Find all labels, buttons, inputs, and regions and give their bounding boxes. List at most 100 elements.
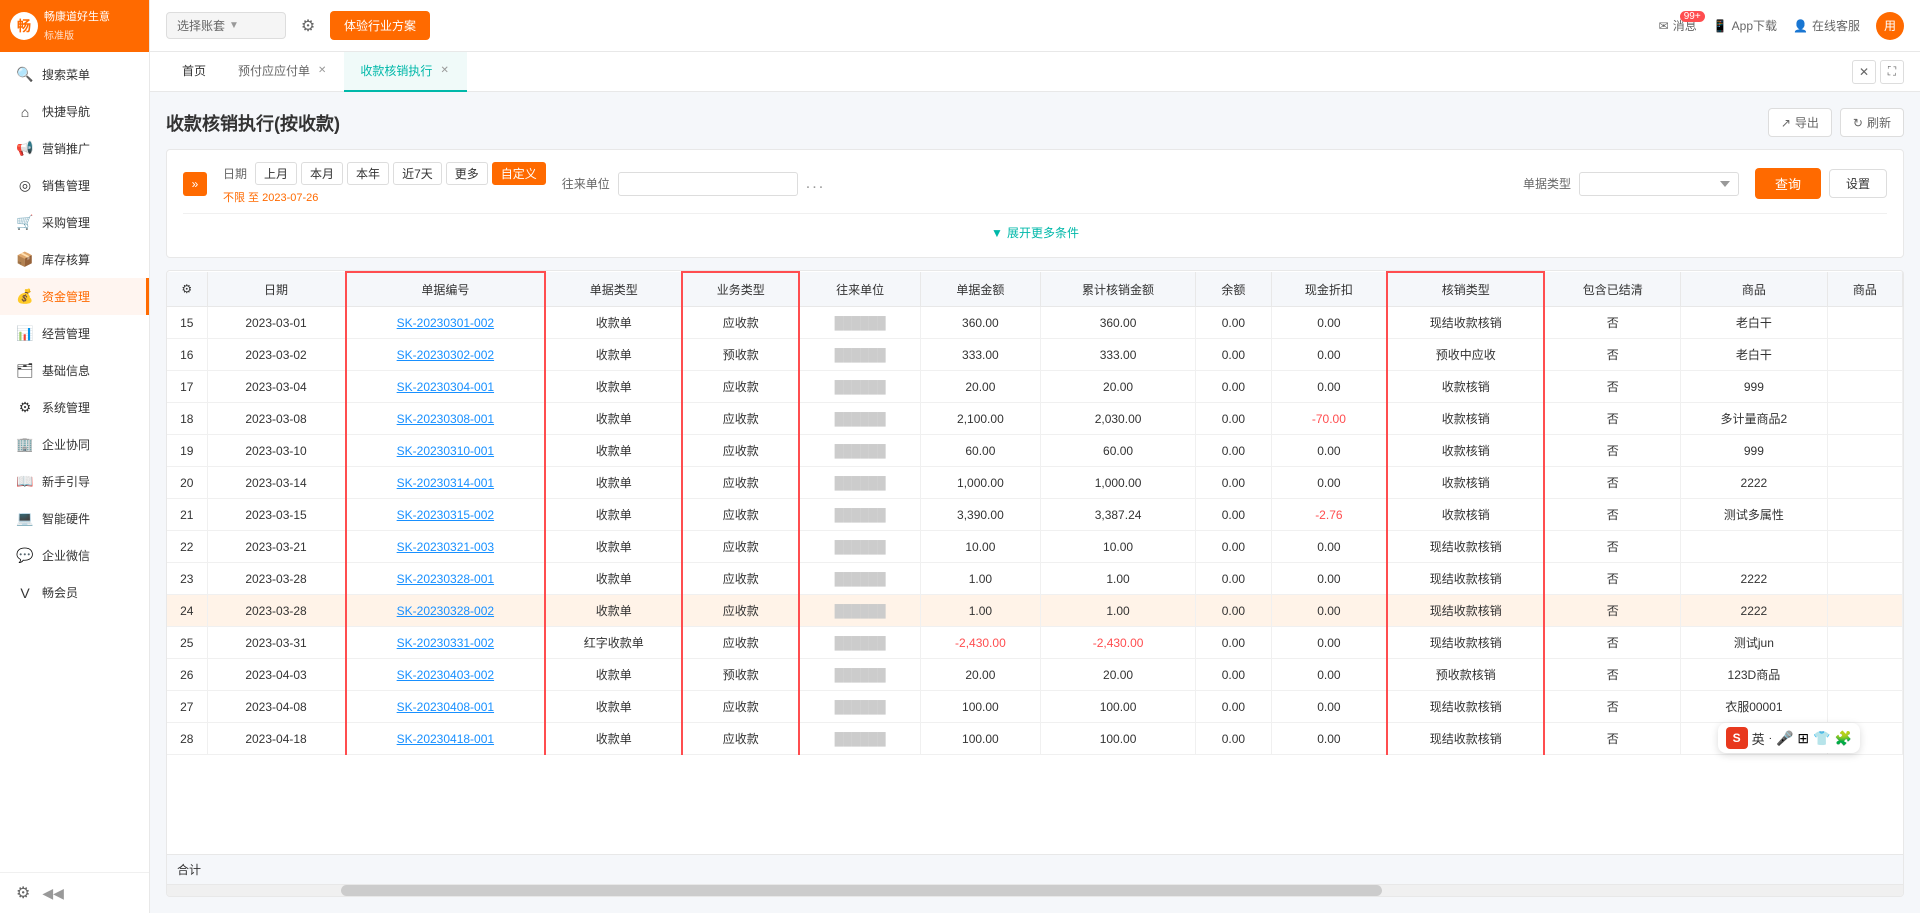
sidebar-item-operation[interactable]: 📊 经营管理 <box>0 315 149 352</box>
td-bill-no[interactable]: SK-20230308-001 <box>346 403 546 435</box>
sidebar-item-corp[interactable]: 🏢 企业协同 <box>0 426 149 463</box>
date-this-year[interactable]: 本年 <box>347 162 389 185</box>
home-tab-label: 首页 <box>182 62 206 79</box>
td-bill-no[interactable]: SK-20230314-001 <box>346 467 546 499</box>
td-bill-no[interactable]: SK-20230315-002 <box>346 499 546 531</box>
td-bill-no[interactable]: SK-20230328-001 <box>346 563 546 595</box>
td-balance: 0.00 <box>1196 435 1271 467</box>
td-goods: 999 <box>1681 435 1828 467</box>
tab-home[interactable]: 首页 <box>166 52 222 92</box>
td-biz-type: 预收款 <box>682 339 799 371</box>
puzzle-icon[interactable]: 🧩 <box>1835 730 1852 747</box>
date-more[interactable]: 更多 <box>446 162 488 185</box>
td-balance: 0.00 <box>1196 371 1271 403</box>
td-bill-no[interactable]: SK-20230403-002 <box>346 659 546 691</box>
page-title: 收款核销执行(按收款) <box>166 110 340 136</box>
sidebar-item-capital[interactable]: 💰 资金管理 <box>0 278 149 315</box>
close-tab-button[interactable]: ✕ <box>1852 60 1876 84</box>
table-wrapper[interactable]: ⚙ 日期 单据编号 单据类型 业务类型 往来单位 单据金额 累计核销金额 余额 … <box>167 271 1903 854</box>
sidebar-item-purchase[interactable]: 🛒 采购管理 <box>0 204 149 241</box>
td-amount: 1.00 <box>920 563 1040 595</box>
td-verified: 360.00 <box>1040 307 1195 339</box>
sidebar-item-inventory[interactable]: 📦 库存核算 <box>0 241 149 278</box>
tab-verify[interactable]: 收款核销执行 ✕ <box>344 52 466 92</box>
date-custom[interactable]: 自定义 <box>492 162 546 185</box>
td-bill-no[interactable]: SK-20230310-001 <box>346 435 546 467</box>
date-this-month[interactable]: 本月 <box>301 162 343 185</box>
export-button[interactable]: ↗ 导出 <box>1768 108 1832 137</box>
sidebar-item-marketing[interactable]: 📢 营销推广 <box>0 130 149 167</box>
account-selector[interactable]: 选择账套 ▼ <box>166 12 286 39</box>
sidebar-item-search[interactable]: 🔍 搜索菜单 <box>0 56 149 93</box>
sidebar-item-system[interactable]: ⚙ 系统管理 <box>0 389 149 426</box>
date-7days[interactable]: 近7天 <box>393 162 442 185</box>
close-verify-tab-icon[interactable]: ✕ <box>438 63 450 78</box>
partner-input[interactable] <box>618 172 798 196</box>
inventory-icon: 📦 <box>16 251 34 268</box>
sidebar-item-sales[interactable]: ◎ 销售管理 <box>0 167 149 204</box>
date-last-month[interactable]: 上月 <box>255 162 297 185</box>
user-avatar[interactable]: 用 <box>1876 12 1904 40</box>
horizontal-scrollbar[interactable] <box>167 884 1903 896</box>
td-bill-no[interactable]: SK-20230328-002 <box>346 595 546 627</box>
td-verified: 333.00 <box>1040 339 1195 371</box>
td-discount: 0.00 <box>1271 339 1387 371</box>
selector-text: 选择账套 <box>177 17 225 34</box>
td-bill-no[interactable]: SK-20230301-002 <box>346 307 546 339</box>
sidebar-collapse-icon[interactable]: ◀◀ <box>42 885 64 902</box>
filter-expand-button[interactable]: ▼ 展开更多条件 <box>183 220 1887 245</box>
grid-icon[interactable]: ⊞ <box>1797 730 1809 747</box>
td-biz-type: 应收款 <box>682 723 799 755</box>
td-bill-type: 收款单 <box>545 339 682 371</box>
close-receivable-tab-icon[interactable]: ✕ <box>316 63 328 78</box>
td-biz-type: 预收款 <box>682 659 799 691</box>
td-biz-type: 应收款 <box>682 595 799 627</box>
sidebar-item-basic[interactable]: 🗂 基础信息 <box>0 352 149 389</box>
scrollbar-thumb[interactable] <box>341 885 1383 896</box>
solution-button[interactable]: 体验行业方案 <box>330 11 430 40</box>
td-bill-no[interactable]: SK-20230321-003 <box>346 531 546 563</box>
sidebar-item-vip[interactable]: V 畅会员 <box>0 574 149 611</box>
logo-icon: 畅 <box>10 12 38 40</box>
tab-receivable[interactable]: 预付应应付单 ✕ <box>222 52 344 92</box>
online-service-button[interactable]: 👤 在线客服 <box>1793 17 1860 34</box>
td-amount: -2,430.00 <box>920 627 1040 659</box>
td-bill-no[interactable]: SK-20230408-001 <box>346 691 546 723</box>
td-partner: ██████ <box>799 403 920 435</box>
td-balance: 0.00 <box>1196 499 1271 531</box>
refresh-button[interactable]: ↻ 刷新 <box>1840 108 1904 137</box>
sidebar-label-hardware: 智能硬件 <box>42 510 90 527</box>
td-partner: ██████ <box>799 691 920 723</box>
setting-button[interactable]: 设置 <box>1829 169 1887 198</box>
sidebar-item-guide[interactable]: 📖 新手引导 <box>0 463 149 500</box>
td-bill-no[interactable]: SK-20230302-002 <box>346 339 546 371</box>
query-button[interactable]: 查询 <box>1755 168 1821 199</box>
filter-toggle-button[interactable]: » <box>183 172 207 196</box>
td-no: 26 <box>167 659 207 691</box>
mic-icon[interactable]: 🎤 <box>1776 730 1793 747</box>
type-select[interactable] <box>1579 172 1739 196</box>
td-goods: 多计量商品2 <box>1681 403 1828 435</box>
maximize-tab-button[interactable]: ⛶ <box>1880 60 1904 84</box>
app-download-button[interactable]: 📱 App下载 <box>1713 17 1777 34</box>
sidebar-item-shortcut[interactable]: ⌂ 快捷导航 <box>0 93 149 130</box>
table-container: ⚙ 日期 单据编号 单据类型 业务类型 往来单位 单据金额 累计核销金额 余额 … <box>166 270 1904 897</box>
filter-date-range: 不限 至 2023-07-26 <box>223 189 546 205</box>
td-bill-no[interactable]: SK-20230331-002 <box>346 627 546 659</box>
th-settings[interactable]: ⚙ <box>167 272 207 307</box>
td-discount: 0.00 <box>1271 659 1387 691</box>
message-button[interactable]: ✉ 消息 99+ <box>1659 17 1697 34</box>
table-row: 152023-03-01SK-20230301-002收款单应收款██████3… <box>167 307 1903 339</box>
sidebar-label-marketing: 营销推广 <box>42 140 90 157</box>
ime-toolbar: S 英 · 🎤 ⊞ 👕 🧩 <box>1718 723 1860 753</box>
table-row: 282023-04-18SK-20230418-001收款单应收款██████1… <box>167 723 1903 755</box>
td-bill-no[interactable]: SK-20230418-001 <box>346 723 546 755</box>
th-goods: 商品 <box>1681 272 1828 307</box>
sidebar-item-hardware[interactable]: 💻 智能硬件 <box>0 500 149 537</box>
td-partner: ██████ <box>799 339 920 371</box>
shirt-icon[interactable]: 👕 <box>1813 730 1830 747</box>
topbar-gear-button[interactable]: ⚙ <box>294 12 322 40</box>
td-bill-no[interactable]: SK-20230304-001 <box>346 371 546 403</box>
sidebar-item-wechat[interactable]: 💬 企业微信 <box>0 537 149 574</box>
sidebar-settings-icon[interactable]: ⚙ <box>16 883 30 903</box>
